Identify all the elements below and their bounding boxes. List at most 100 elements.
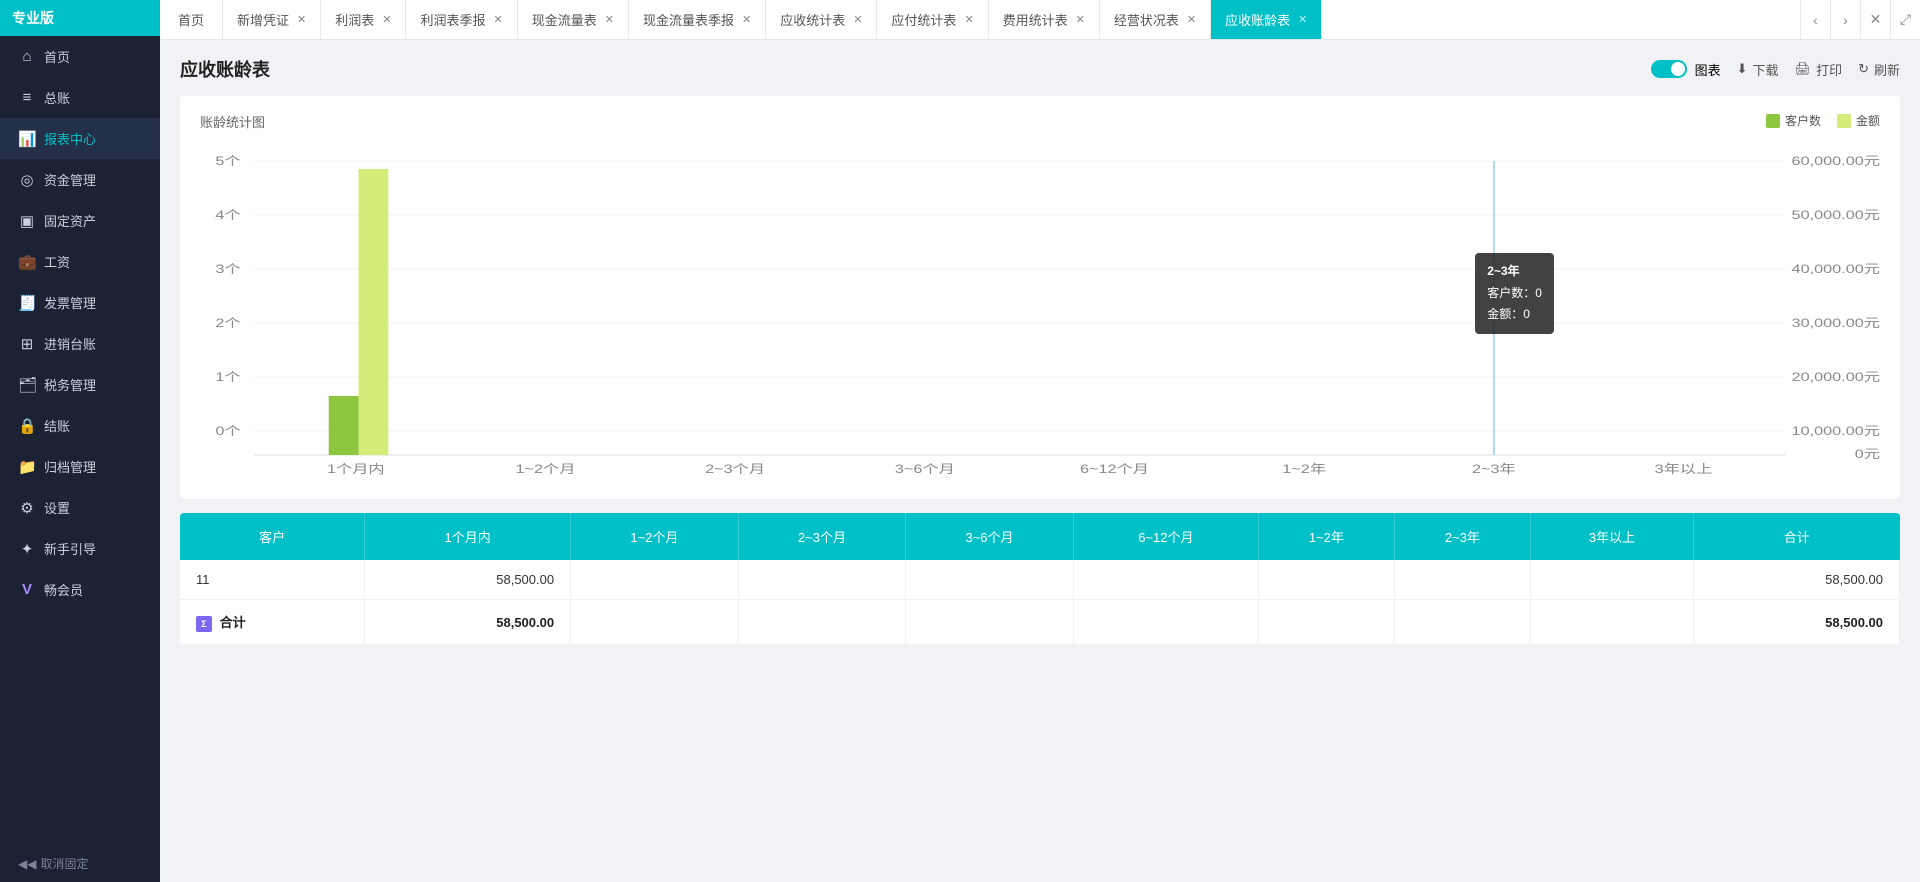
chart-legend: 客户数 金额 [1766,112,1880,129]
svg-text:3年以上: 3年以上 [1655,462,1713,476]
svg-text:4个: 4个 [215,208,240,222]
close-expense-tab[interactable]: ✕ [1076,13,1085,26]
tab-cashflow[interactable]: 现金流量表 ✕ [518,0,629,40]
legend-customer-color [1766,114,1780,128]
legend-amount-color [1837,114,1851,128]
col-m2: 1~2个月 [571,513,739,560]
page-actions: 图表 ⬇ 下载 🖨 打印 ↻ 刷新 [1651,60,1900,79]
cell-total-m3 [738,600,906,645]
member-icon: V [18,581,36,598]
col-m12: 6~12个月 [1073,513,1258,560]
col-m6: 3~6个月 [906,513,1074,560]
svg-text:3个: 3个 [215,262,240,276]
tab-profit-q[interactable]: 利润表季报 ✕ [406,0,517,40]
chart-card: 账龄统计图 客户数 金额 5个 4个 3个 2个 1个 [180,96,1900,499]
cell-total-y2 [1394,600,1530,645]
print-icon: 🖨 [1795,61,1812,77]
close-ar-aging-tab[interactable]: ✕ [1298,13,1307,26]
close-profit-q-tab[interactable]: ✕ [494,13,503,26]
download-icon: ⬇ [1737,61,1748,77]
svg-text:2个: 2个 [215,316,240,330]
reports-icon: 📊 [18,130,36,148]
tab-voucher[interactable]: 新增凭证 ✕ [223,0,321,40]
sidebar-item-invoice[interactable]: 🧾 发票管理 [0,282,160,323]
cell-m12 [1073,560,1258,600]
chart-svg: 5个 4个 3个 2个 1个 0个 60,000.00元 50,000.00元 … [200,143,1880,483]
close-cashflow-tab[interactable]: ✕ [605,13,614,26]
sidebar-item-guide[interactable]: ✦ 新手引导 [0,528,160,569]
close-profit-tab[interactable]: ✕ [382,13,391,26]
close-cashflow-q-tab[interactable]: ✕ [742,13,751,26]
close-biz-status-tab[interactable]: ✕ [1187,13,1196,26]
cell-m1: 58,500.00 [365,560,571,600]
sidebar-item-assets[interactable]: ▣ 固定资产 [0,200,160,241]
cell-y3 [1530,560,1693,600]
sidebar-item-member[interactable]: V 畅会员 [0,569,160,610]
chart-title: 账龄统计图 [200,112,1880,131]
sidebar-item-funds[interactable]: ◎ 资金管理 [0,159,160,200]
sidebar-item-purchase[interactable]: ⊞ 进销台账 [0,323,160,364]
tab-ar-aging[interactable]: 应收账龄表 ✕ [1211,0,1322,40]
tab-cashflow-q[interactable]: 现金流量表季报 ✕ [629,0,766,40]
home-icon: ⌂ [18,48,36,65]
tab-prev-button[interactable]: ‹ [1800,0,1830,40]
sidebar-item-tax[interactable]: 🗂 税务管理 [0,364,160,405]
print-button[interactable]: 🖨 打印 [1795,60,1843,79]
close-ar-stat-tab[interactable]: ✕ [853,13,862,26]
tab-close-button[interactable]: ✕ [1860,0,1890,40]
svg-text:0个: 0个 [215,424,240,438]
ledger-icon: ≡ [18,89,36,106]
col-total: 合计 [1694,513,1900,560]
svg-text:60,000.00元: 60,000.00元 [1792,155,1880,168]
cell-total-y3 [1530,600,1693,645]
sidebar-item-salary[interactable]: 💼 工资 [0,241,160,282]
close-ap-stat-tab[interactable]: ✕ [964,13,973,26]
svg-text:2~3个月: 2~3个月 [705,462,765,476]
col-y2: 2~3年 [1394,513,1530,560]
cell-total-m12 [1073,600,1258,645]
refresh-button[interactable]: ↻ 刷新 [1858,60,1900,79]
sidebar-item-settings[interactable]: ⚙ 设置 [0,487,160,528]
svg-text:1个: 1个 [215,370,240,384]
cell-total-label: Σ 合计 [180,600,365,645]
svg-text:0元: 0元 [1855,448,1880,461]
svg-text:5个: 5个 [215,154,240,168]
settings-icon: ⚙ [18,499,36,517]
tab-expand-button[interactable]: ⤢ [1890,0,1920,40]
guide-icon: ✦ [18,540,36,558]
svg-text:6~12个月: 6~12个月 [1080,462,1149,476]
tab-ap-stat[interactable]: 应付统计表 ✕ [877,0,988,40]
sidebar-item-home[interactable]: ⌂ 首页 [0,36,160,77]
sidebar-item-archive[interactable]: 📁 归档管理 [0,446,160,487]
tab-profit[interactable]: 利润表 ✕ [321,0,406,40]
tab-biz-status[interactable]: 经营状况表 ✕ [1100,0,1211,40]
tab-next-button[interactable]: › [1830,0,1860,40]
app-logo: 专业版 [0,0,160,36]
unpin-button[interactable]: ◀◀ 取消固定 [0,845,160,882]
tab-nav-buttons: ‹ › ✕ ⤢ [1800,0,1920,40]
main-area: 首页 新增凭证 ✕ 利润表 ✕ 利润表季报 ✕ 现金流量表 ✕ 现金流量表季报 … [160,0,1920,882]
download-button[interactable]: ⬇ 下载 [1737,60,1779,79]
cell-total-m2 [571,600,739,645]
tab-ar-stat[interactable]: 应收统计表 ✕ [766,0,877,40]
sidebar-item-reports[interactable]: 📊 报表中心 [0,118,160,159]
tax-icon: 🗂 [18,376,36,394]
tab-home[interactable]: 首页 [160,0,223,40]
close-voucher-tab[interactable]: ✕ [297,13,306,26]
archive-icon: 📁 [18,458,36,476]
cell-m3 [738,560,906,600]
tab-bar: 首页 新增凭证 ✕ 利润表 ✕ 利润表季报 ✕ 现金流量表 ✕ 现金流量表季报 … [160,0,1920,40]
cell-y1 [1258,560,1394,600]
chart-toggle[interactable] [1651,60,1687,78]
svg-text:50,000.00元: 50,000.00元 [1792,209,1880,222]
sidebar-item-closing[interactable]: 🔒 结账 [0,405,160,446]
table-total-row: Σ 合计 58,500.00 58,500.00 [180,600,1900,645]
legend-amount: 金额 [1837,112,1880,129]
svg-text:2~3年: 2~3年 [1472,462,1516,476]
sidebar-item-ledger[interactable]: ≡ 总账 [0,77,160,118]
page-title: 应收账龄表 [180,56,270,82]
table-header-row: 客户 1个月内 1~2个月 2~3个月 3~6个月 6~12个月 1~2年 2~… [180,513,1900,560]
tab-expense[interactable]: 费用统计表 ✕ [989,0,1100,40]
cell-customer: 11 [180,560,365,600]
svg-text:40,000.00元: 40,000.00元 [1792,263,1880,276]
